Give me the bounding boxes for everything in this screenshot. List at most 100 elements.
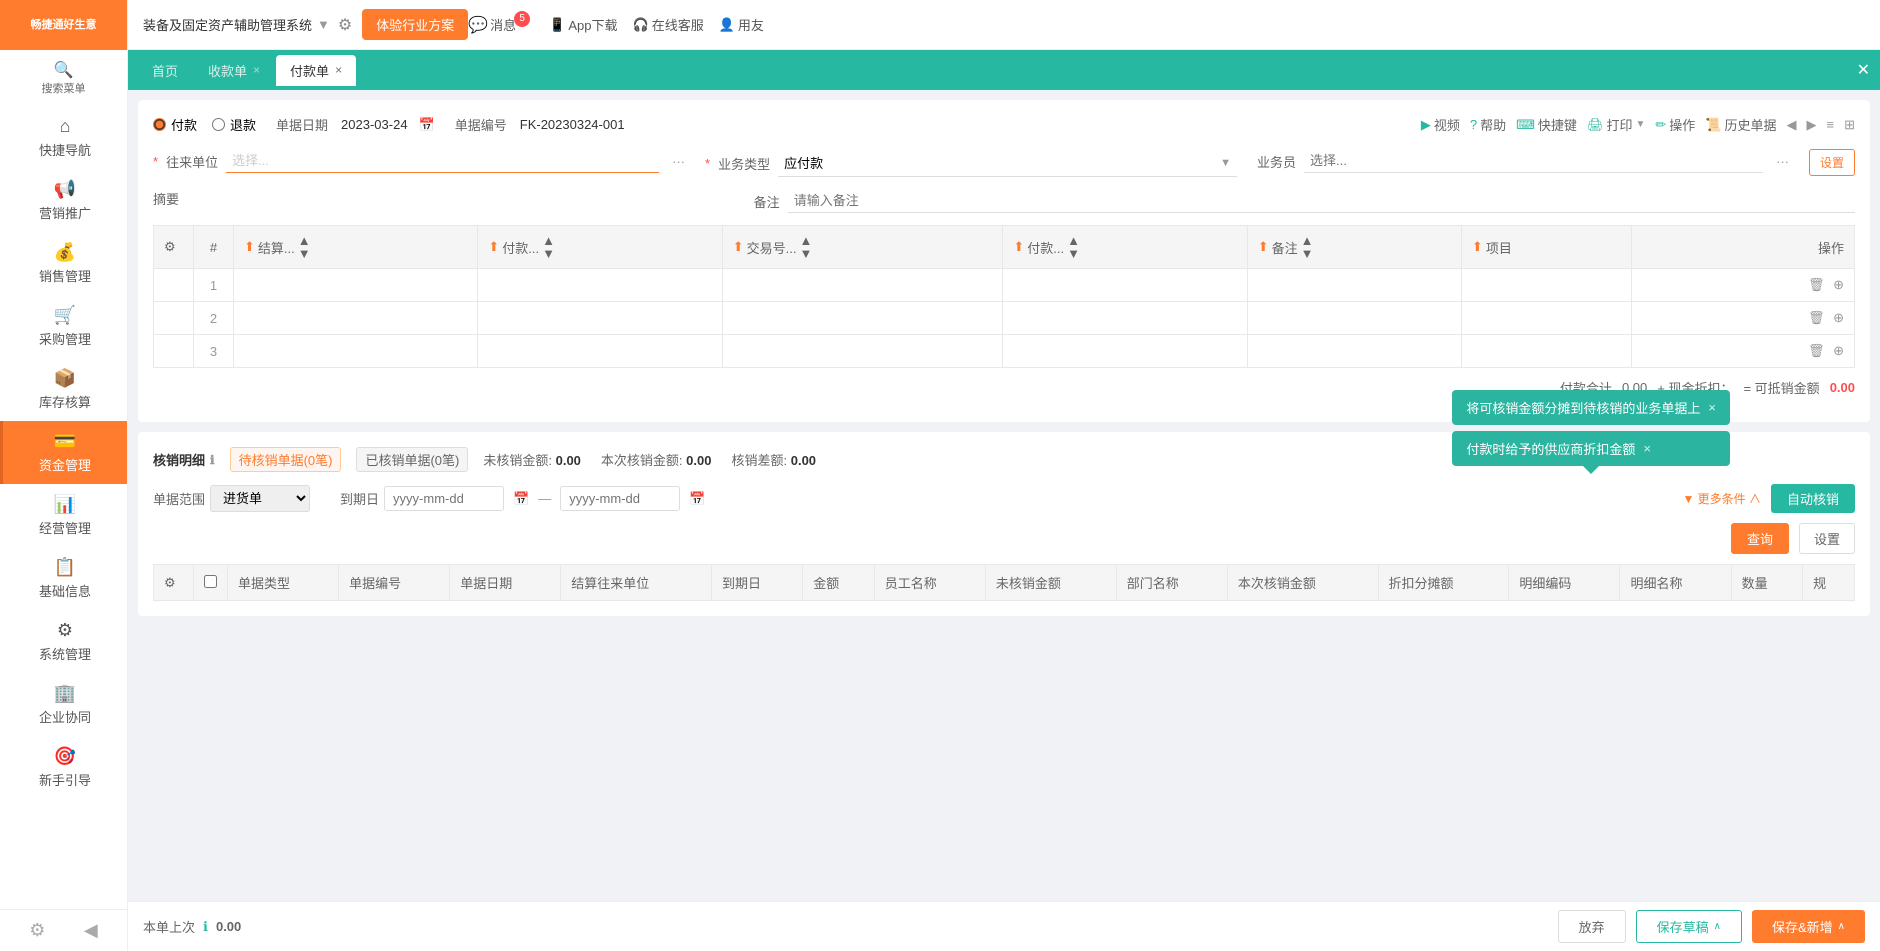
close-all-tabs-icon[interactable]: ✕ [1857,60,1870,80]
tab-receipt[interactable]: 收款单 × [194,55,274,86]
row2-project[interactable] [1461,302,1631,335]
row3-remark[interactable] [1247,335,1461,368]
row3-settlement[interactable] [234,335,478,368]
pay-radio-input[interactable] [153,118,166,131]
sidebar-item-purchase[interactable]: 🛒 采购管理 [0,295,127,358]
col-payment-method[interactable]: ⬆ 付款... ▲▼ [478,226,722,269]
salesperson-input[interactable] [1304,149,1763,173]
tab-payment[interactable]: 付款单 × [276,55,356,86]
sidebar-item-corp[interactable]: 🏢 企业协同 [0,673,127,736]
row2-remark[interactable] [1247,302,1461,335]
sidebar-item-search[interactable]: 🔍 搜索菜单 [0,50,127,106]
sidebar-item-base[interactable]: 📋 基础信息 [0,547,127,610]
sidebar-item-nav[interactable]: ⌂ 快捷导航 [0,106,127,169]
refund-radio-input[interactable] [212,118,225,131]
number-value[interactable]: FK-20230324-001 [520,117,625,132]
grid-icon[interactable]: ⊞ [1844,117,1855,133]
abandon-btn[interactable]: 放弃 [1558,910,1626,943]
row2-payment-amount[interactable] [1003,302,1247,335]
app-download-action[interactable]: 📱 App下载 [549,15,617,34]
row3-project[interactable] [1461,335,1631,368]
date-value[interactable]: 2023-03-24 [341,117,408,132]
row2-transaction[interactable] [722,302,1003,335]
refund-radio[interactable]: 退款 [212,115,256,134]
verify-info-icon[interactable]: ℹ [210,453,215,467]
project-sort[interactable]: ⬆ 项目 [1472,238,1621,257]
row3-copy-icon[interactable]: ⊕ [1833,343,1844,358]
row1-settlement[interactable] [234,269,478,302]
row2-delete-icon[interactable]: 🗑 [1808,310,1825,325]
op-action[interactable]: ✏ 操作 [1655,115,1695,134]
sidebar-item-marketing[interactable]: 📢 营销推广 [0,169,127,232]
save-draft-btn[interactable]: 保存草稿 ∧ [1636,910,1742,943]
tab-home[interactable]: 首页 [138,55,192,86]
header-dropdown-icon[interactable]: ▼ [317,17,330,32]
col-transaction[interactable]: ⬆ 交易号... ▲▼ [722,226,1003,269]
list-icon[interactable]: ≡ [1827,117,1835,132]
done-badge[interactable]: 已核销单据(0笔) [356,447,468,472]
user-action[interactable]: 👤 用友 [719,15,764,34]
header-gear-icon[interactable]: ⚙ [338,15,352,35]
prev-icon[interactable]: ◀ [1787,117,1797,133]
tooltip1-close-btn[interactable]: × [1708,400,1716,415]
table-gear-col[interactable]: ⚙ [154,226,194,269]
row1-remark[interactable] [1247,269,1461,302]
payment-method-sort[interactable]: ⬆ 付款... ▲▼ [488,234,711,260]
bottom-info-icon[interactable]: ℹ [203,919,208,935]
message-action[interactable]: 💬 消息 5 [468,15,534,35]
row1-transaction[interactable] [722,269,1003,302]
sidebar-item-finance[interactable]: 💳 资金管理 [0,421,127,484]
sidebar-item-guide[interactable]: 🎯 新手引导 [0,736,127,799]
row2-copy-icon[interactable]: ⊕ [1833,310,1844,325]
row1-payment-amount[interactable] [1003,269,1247,302]
print-action[interactable]: 🖨 打印 ▼ [1587,115,1645,134]
form-settings-btn[interactable]: 设置 [1809,149,1855,176]
business-type-select[interactable]: 应付款 ▼ [778,149,1237,177]
row2-payment-method[interactable] [478,302,722,335]
due-date-end-input[interactable] [560,486,680,511]
draft-arrow-icon[interactable]: ∧ [1714,921,1721,932]
sidebar-item-sales[interactable]: 💰 销售管理 [0,232,127,295]
row1-copy-icon[interactable]: ⊕ [1833,277,1844,292]
row3-transaction[interactable] [722,335,1003,368]
sidebar-settings-icon[interactable]: ⚙ [29,920,45,941]
verify-select-all[interactable] [204,575,217,588]
experience-btn[interactable]: 体验行业方案 [362,9,468,40]
col-payment-amount[interactable]: ⬆ 付款... ▲▼ [1003,226,1247,269]
due-date-calendar-start-icon[interactable]: 📅 [513,491,529,507]
payment-amount-sort[interactable]: ⬆ 付款... ▲▼ [1013,234,1236,260]
next-icon[interactable]: ▶ [1807,117,1817,133]
counterpart-more-icon[interactable]: ··· [672,154,685,169]
due-date-calendar-end-icon[interactable]: 📅 [689,491,705,507]
more-filter-btn[interactable]: ▼ 更多条件 ∧ [1682,490,1761,507]
settlement-sort[interactable]: ⬆ 结算... ▲▼ [244,234,467,260]
tab-payment-close[interactable]: × [335,63,342,77]
query-btn[interactable]: 查询 [1731,523,1789,554]
row3-delete-icon[interactable]: 🗑 [1808,343,1825,358]
online-service-action[interactable]: 🎧 在线客服 [633,15,704,34]
sidebar-collapse-icon[interactable]: ◀ [84,920,98,941]
auto-verify-btn[interactable]: 自动核销 [1771,484,1855,513]
pending-badge[interactable]: 待核销单据(0笔) [230,447,342,472]
tooltip2-close-btn[interactable]: × [1643,441,1651,456]
sidebar-item-inventory[interactable]: 📦 库存核算 [0,358,127,421]
history-action[interactable]: 📜 历史单据 [1705,115,1776,134]
verify-checkbox-col[interactable] [194,565,228,601]
sidebar-item-ops[interactable]: 📊 经营管理 [0,484,127,547]
shortcut-action[interactable]: ⌨ 快捷键 [1516,115,1577,134]
setup-btn[interactable]: 设置 [1799,523,1855,554]
save-new-btn[interactable]: 保存&新增 ∧ [1752,910,1865,943]
row1-delete-icon[interactable]: 🗑 [1808,277,1825,292]
salesperson-more-icon[interactable]: ··· [1776,154,1789,169]
range-select[interactable]: 进货单 [210,485,310,512]
help-action[interactable]: ? 帮助 [1470,115,1506,134]
remark-input[interactable] [788,189,1855,213]
sidebar-item-system[interactable]: ⚙ 系统管理 [0,610,127,673]
tab-receipt-close[interactable]: × [253,63,260,77]
remark-sort[interactable]: ⬆ 备注 ▲▼ [1258,234,1451,260]
counterpart-input[interactable] [226,149,659,173]
col-settlement[interactable]: ⬆ 结算... ▲▼ [234,226,478,269]
pay-radio[interactable]: 付款 [153,115,197,134]
row3-payment-amount[interactable] [1003,335,1247,368]
transaction-sort[interactable]: ⬆ 交易号... ▲▼ [733,234,993,260]
